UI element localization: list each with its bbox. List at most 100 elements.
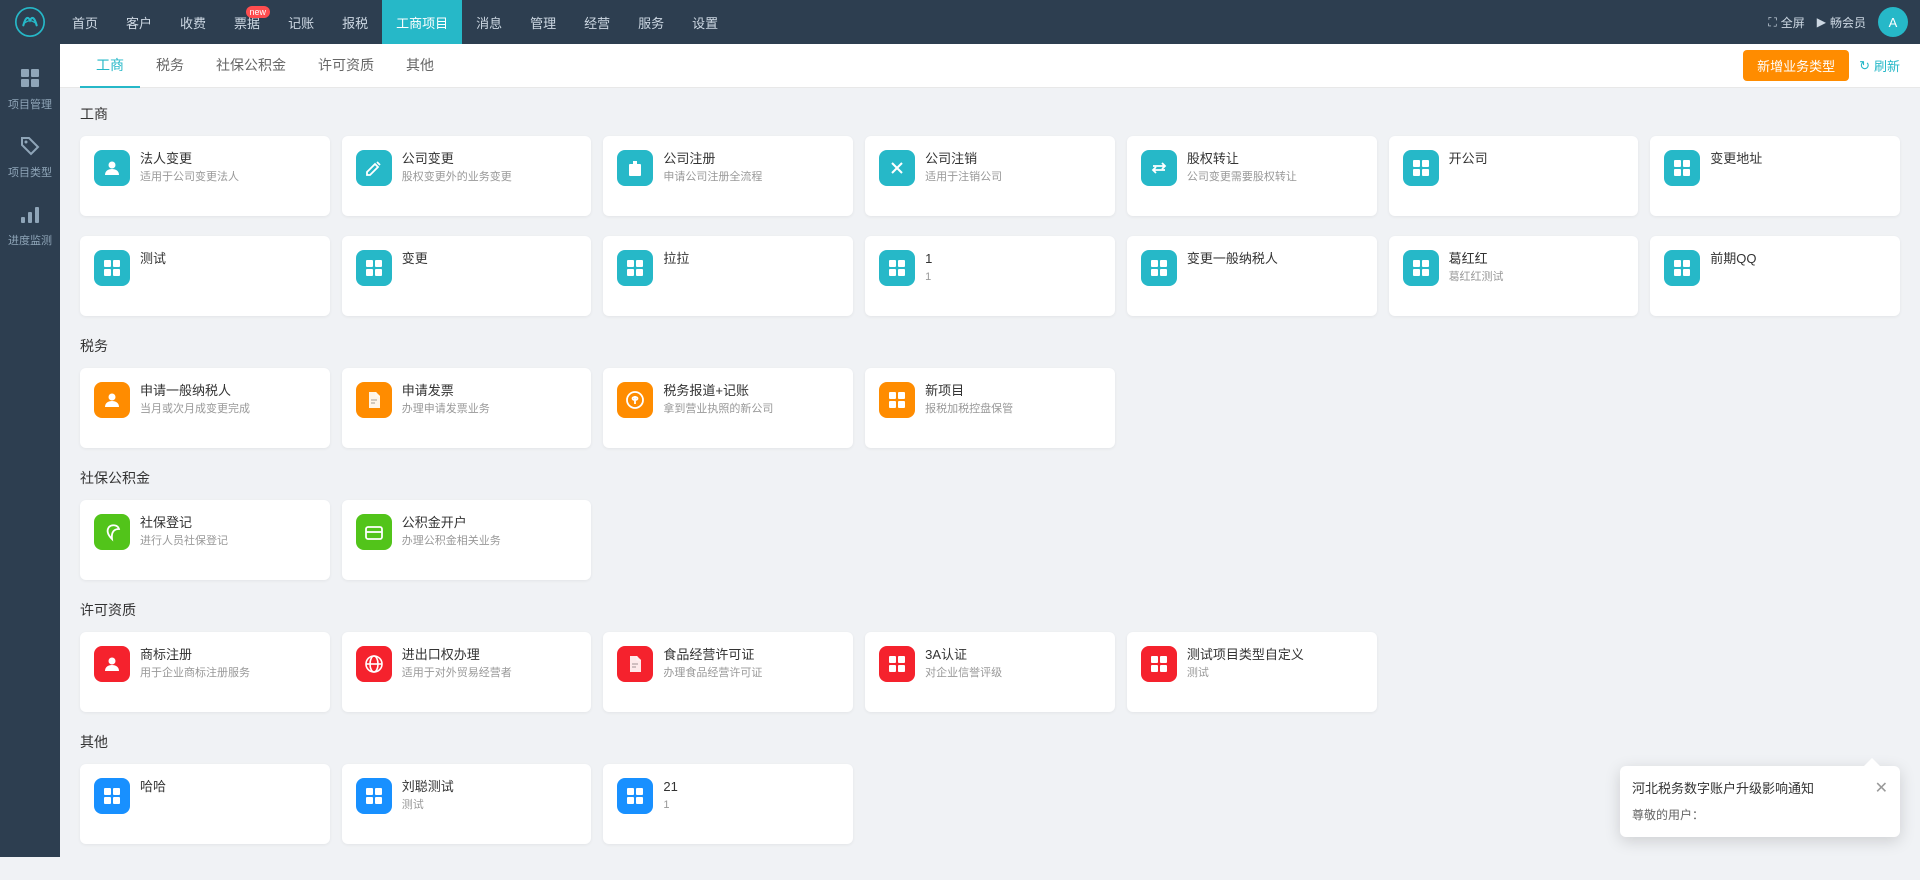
- card-desc: 用于企业商标注册服务: [140, 666, 316, 681]
- card-name: 税务报道+记账: [663, 382, 839, 400]
- transfer-icon: [1141, 150, 1177, 186]
- card-info: 拉拉: [663, 250, 839, 268]
- nav-item-服务[interactable]: 服务: [624, 0, 678, 44]
- member-button[interactable]: ▶ 畅会员: [1817, 14, 1866, 31]
- card-食品经营许可证[interactable]: 食品经营许可证办理食品经营许可证: [603, 632, 853, 712]
- card-拉拉[interactable]: 拉拉: [603, 236, 853, 316]
- nav-item-管理[interactable]: 管理: [516, 0, 570, 44]
- card-开公司[interactable]: 开公司: [1389, 136, 1639, 216]
- card-header: 食品经营许可证办理食品经营许可证: [617, 646, 839, 682]
- card-desc: 对企业信誉评级: [925, 666, 1101, 681]
- card-info: 法人变更适用于公司变更法人: [140, 150, 316, 186]
- card-法人变更[interactable]: 法人变更适用于公司变更法人: [80, 136, 330, 216]
- tab-工商[interactable]: 工商: [80, 44, 140, 88]
- card-21[interactable]: 211: [603, 764, 853, 844]
- nav-item-工商项目[interactable]: 工商项目: [382, 0, 462, 44]
- grid-icon: [1141, 250, 1177, 286]
- card-申请一般纳税人[interactable]: 申请一般纳税人当月或次月成变更完成: [80, 368, 330, 448]
- card-1[interactable]: 11: [865, 236, 1115, 316]
- section-title-工商: 工商: [80, 104, 1900, 124]
- card-变更[interactable]: 变更: [342, 236, 592, 316]
- card-desc: 测试: [402, 798, 578, 813]
- card-name: 前期QQ: [1710, 250, 1886, 268]
- notification-header: 河北税务数字账户升级影响通知 ✕: [1632, 778, 1888, 798]
- card-社保登记[interactable]: 社保登记进行人员社保登记: [80, 500, 330, 580]
- nav-item-客户[interactable]: 客户: [112, 0, 166, 44]
- card-desc: 报税加税控盘保管: [925, 402, 1101, 417]
- card-name: 申请一般纳税人: [140, 382, 316, 400]
- tab-其他[interactable]: 其他: [390, 44, 450, 88]
- card-申请发票[interactable]: 申请发票办理申请发票业务: [342, 368, 592, 448]
- section-title-许可资质: 许可资质: [80, 600, 1900, 620]
- card-税务报道+记账[interactable]: 税务报道+记账拿到营业执照的新公司: [603, 368, 853, 448]
- card-新项目[interactable]: 新项目报税加税控盘保管: [865, 368, 1115, 448]
- card-公司变更[interactable]: 公司变更股权变更外的业务变更: [342, 136, 592, 216]
- card-前期QQ[interactable]: 前期QQ: [1650, 236, 1900, 316]
- card-name: 拉拉: [663, 250, 839, 268]
- card-公积金开户[interactable]: 公积金开户办理公积金相关业务: [342, 500, 592, 580]
- card-info: 测试项目类型自定义测试: [1187, 646, 1363, 682]
- nav-item-票据[interactable]: 票据new: [220, 0, 274, 44]
- doc-icon: [617, 646, 653, 682]
- card-header: 申请一般纳税人当月或次月成变更完成: [94, 382, 316, 418]
- grid-icon: [617, 250, 653, 286]
- card-info: 社保登记进行人员社保登记: [140, 514, 316, 550]
- card-name: 公司注销: [925, 150, 1101, 168]
- card-公司注销[interactable]: 公司注销适用于注销公司: [865, 136, 1115, 216]
- card-公司注册[interactable]: 公司注册申请公司注册全流程: [603, 136, 853, 216]
- add-business-type-button[interactable]: 新增业务类型: [1743, 50, 1849, 81]
- card-header: 公司变更股权变更外的业务变更: [356, 150, 578, 186]
- card-测试项目类型自定义[interactable]: 测试项目类型自定义测试: [1127, 632, 1377, 712]
- card-变更地址[interactable]: 变更地址: [1650, 136, 1900, 216]
- fullscreen-button[interactable]: ⛶ 全屏: [1768, 14, 1804, 31]
- card-葛红红[interactable]: 葛红红葛红红测试: [1389, 236, 1639, 316]
- edit-icon: [356, 150, 392, 186]
- card-header: 申请发票办理申请发票业务: [356, 382, 578, 418]
- sidebar-item-项目管理[interactable]: 项目管理: [0, 54, 60, 122]
- card-desc: 适用于注销公司: [925, 170, 1101, 185]
- nav-item-收费[interactable]: 收费: [166, 0, 220, 44]
- card-name: 变更: [402, 250, 578, 268]
- card-name: 哈哈: [140, 778, 316, 796]
- notification-body: 尊敬的用户：: [1632, 806, 1888, 825]
- nav-item-记账[interactable]: 记账: [274, 0, 328, 44]
- card-哈哈[interactable]: 哈哈: [80, 764, 330, 844]
- card-刘聪测试[interactable]: 刘聪测试测试: [342, 764, 592, 844]
- cards-grid: 法人变更适用于公司变更法人 公司变更股权变更外的业务变更公司注册申请公司注册全流程…: [80, 136, 1900, 216]
- card-测试[interactable]: 测试: [80, 236, 330, 316]
- tab-税务[interactable]: 税务: [140, 44, 200, 88]
- nav-item-首页[interactable]: 首页: [58, 0, 112, 44]
- money-icon: [617, 382, 653, 418]
- nav-item-消息[interactable]: 消息: [462, 0, 516, 44]
- card-进出口权办理[interactable]: 进出口权办理适用于对外贸易经营者: [342, 632, 592, 712]
- tab-许可资质[interactable]: 许可资质: [302, 44, 390, 88]
- card-info: 公司注销适用于注销公司: [925, 150, 1101, 186]
- card-变更一般纳税人[interactable]: 变更一般纳税人: [1127, 236, 1377, 316]
- avatar[interactable]: A: [1878, 7, 1908, 37]
- card-desc: 测试: [1187, 666, 1363, 681]
- card-info: 食品经营许可证办理食品经营许可证: [663, 646, 839, 682]
- nav-item-设置[interactable]: 设置: [678, 0, 732, 44]
- card-商标注册[interactable]: 商标注册用于企业商标注册服务: [80, 632, 330, 712]
- tab-社保公积金[interactable]: 社保公积金: [200, 44, 302, 88]
- sidebar-item-进度监测[interactable]: 进度监测: [0, 190, 60, 258]
- refresh-button[interactable]: ↻ 刷新: [1859, 56, 1900, 75]
- sidebar-item-项目类型[interactable]: 项目类型: [0, 122, 60, 190]
- card-header: 变更地址: [1664, 150, 1886, 186]
- nav-items: 首页客户收费票据new记账报税工商项目消息管理经营服务设置: [58, 0, 1768, 44]
- content-area: 工商法人变更适用于公司变更法人 公司变更股权变更外的业务变更公司注册申请公司注册全…: [60, 88, 1920, 880]
- notification-close-button[interactable]: ✕: [1875, 778, 1888, 798]
- chart-icon: [16, 200, 44, 228]
- nav-item-经营[interactable]: 经营: [570, 0, 624, 44]
- card-3A认证[interactable]: 3A认证对企业信誉评级: [865, 632, 1115, 712]
- section-title-税务: 税务: [80, 336, 1900, 356]
- card-header: 变更: [356, 250, 578, 286]
- card-股权转让[interactable]: 股权转让公司变更需要股权转让: [1127, 136, 1377, 216]
- card-header: 股权转让公司变更需要股权转让: [1141, 150, 1363, 186]
- card-name: 公司注册: [663, 150, 839, 168]
- grid-icon: [1664, 250, 1700, 286]
- section-title-社保公积金: 社保公积金: [80, 468, 1900, 488]
- nav-item-报税[interactable]: 报税: [328, 0, 382, 44]
- tab-bar: 工商税务社保公积金许可资质其他 新增业务类型 ↻ 刷新: [60, 44, 1920, 88]
- logo[interactable]: [12, 4, 48, 40]
